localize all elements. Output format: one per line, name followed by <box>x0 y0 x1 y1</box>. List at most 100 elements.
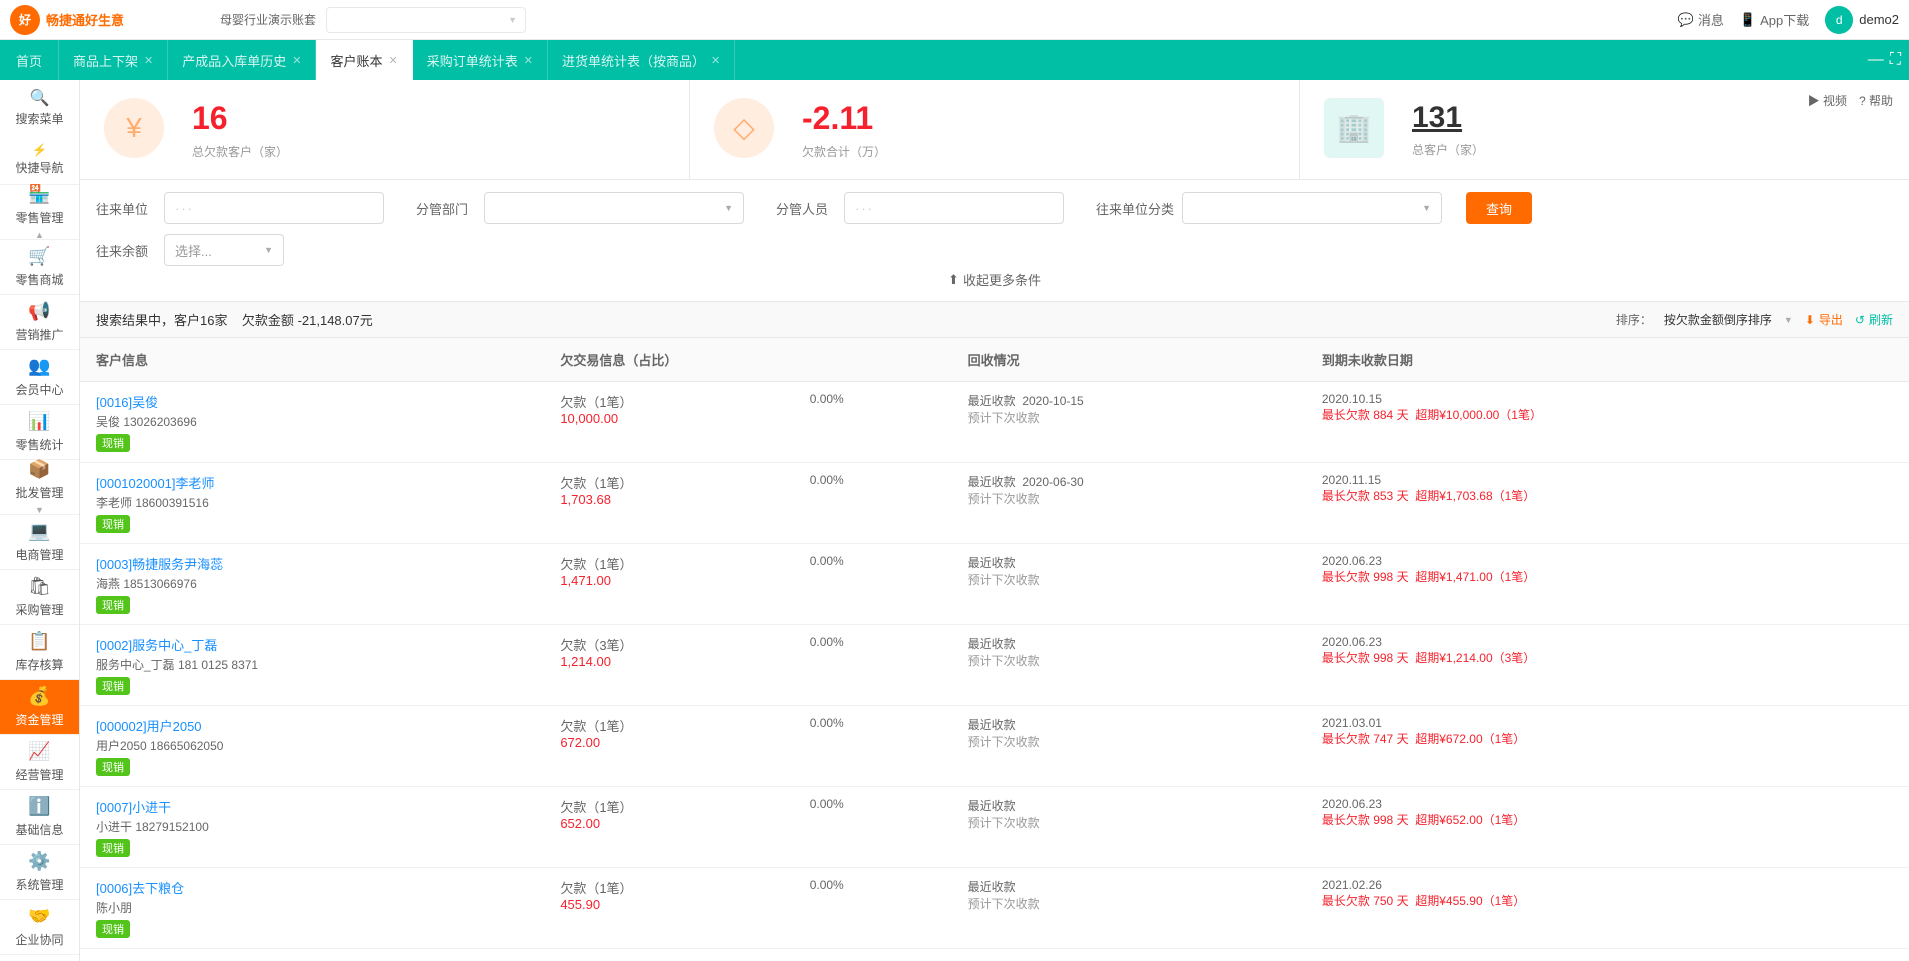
customer-name-link[interactable]: [0016]吴俊 <box>96 392 528 411</box>
sidebar-item-marketing[interactable]: 📢 营销推广 <box>0 295 79 350</box>
sidebar-item-system[interactable]: ⚙️ 系统管理 <box>0 845 79 900</box>
tab-expand-icon[interactable]: ⛶ <box>1890 51 1901 69</box>
refresh-button[interactable]: ↺ 刷新 <box>1855 311 1893 328</box>
cell-due-date: 2021.02.26 最长欠款 750 天 超期¥455.90（1笔） <box>1306 868 1909 949</box>
stat-debt-customers-value: 16 <box>192 100 288 137</box>
sidebar-quick-label: 快捷导航 <box>15 159 63 176</box>
collapse-btn[interactable]: ⬆ 收起更多条件 <box>96 270 1893 289</box>
app-logo: 好 畅捷通好生意 <box>10 5 210 35</box>
stat-debt-total-value: -2.11 <box>802 100 886 137</box>
sidebar-item-purchase[interactable]: 🛍 采购管理 <box>0 570 79 625</box>
export-button[interactable]: ⬇ 导出 <box>1805 311 1843 328</box>
diamond-icon: ◇ <box>733 111 755 144</box>
user-menu[interactable]: d demo2 <box>1825 6 1899 34</box>
message-button[interactable]: 💬 消息 <box>1678 10 1724 29</box>
customer-name-link[interactable]: [0006]去下粮仓 <box>96 878 528 897</box>
category-select[interactable]: ▼ <box>1182 192 1442 224</box>
cell-recovery: 最近收款 预计下次收款 <box>952 706 1306 787</box>
debt-amount: 672.00 <box>560 735 777 750</box>
sidebar-item-retail-store[interactable]: 🛒 零售商城 <box>0 240 79 295</box>
overdue-link[interactable]: 超期¥10,000.00（1笔） <box>1415 408 1542 422</box>
overdue-link[interactable]: 超期¥1,703.68（1笔） <box>1415 489 1535 503</box>
quick-nav-icon: ⚡ <box>32 143 47 157</box>
sidebar-item-newbie[interactable]: 📖 新手引导 <box>0 955 79 961</box>
customer-name-link[interactable]: [0007]小进干 <box>96 797 528 816</box>
tab-products-close[interactable]: ✕ <box>144 54 153 67</box>
supplier-input[interactable]: ··· <box>164 192 384 224</box>
overdue-link[interactable]: 超期¥672.00（1笔） <box>1415 732 1525 746</box>
tab-production-label: 产成品入库单历史 <box>182 51 286 70</box>
customer-name-link[interactable]: [0001020001]李老师 <box>96 473 528 492</box>
sort-value[interactable]: 按欠款金额倒序排序 <box>1664 311 1772 328</box>
sidebar-item-inventory[interactable]: 📋 库存核算 <box>0 625 79 680</box>
sidebar-item-quick-nav[interactable]: ⚡ 快捷导航 <box>0 135 79 185</box>
table-row: [0001020001]李老师 李老师 18600391516 现销 欠款（1笔… <box>80 463 1909 544</box>
sidebar-item-member[interactable]: 👥 会员中心 <box>0 350 79 405</box>
member-icon: 👥 <box>28 356 50 377</box>
debt-count: 欠款（1笔） <box>560 473 777 492</box>
debt-count: 欠款（1笔） <box>560 392 777 411</box>
sidebar-item-operations[interactable]: 📈 经营管理 <box>0 735 79 790</box>
sidebar-item-ecommerce[interactable]: 💻 电商管理 <box>0 515 79 570</box>
person-input[interactable]: ··· <box>844 192 1064 224</box>
refresh-icon: ↺ <box>1855 313 1865 327</box>
building-icon: 🏢 <box>1337 111 1372 144</box>
tab-products[interactable]: 商品上下架 ✕ <box>59 40 168 80</box>
refresh-label: 刷新 <box>1869 311 1893 328</box>
cell-debt-ratio: 0.00% <box>794 382 952 463</box>
cell-debt-info: 欠款（1笔） 1,471.00 <box>544 544 793 625</box>
cell-debt-info: 欠款（1笔） 10,000.00 <box>544 382 793 463</box>
overdue-info: 最长欠款 747 天 超期¥672.00（1笔） <box>1322 730 1893 747</box>
overdue-link[interactable]: 超期¥1,214.00（3笔） <box>1415 651 1535 665</box>
dept-select[interactable]: ▼ <box>484 192 744 224</box>
overdue-link[interactable]: 超期¥1,471.00（1笔） <box>1415 570 1535 584</box>
tab-customer-close[interactable]: ✕ <box>389 54 398 67</box>
sidebar-item-basic-info[interactable]: ℹ️ 基础信息 <box>0 790 79 845</box>
debt-amount: 10,000.00 <box>560 411 777 426</box>
sidebar-item-search[interactable]: 🔍 搜索菜单 <box>0 80 79 135</box>
store-selector[interactable]: ▼ <box>326 7 526 33</box>
tab-purchase-close[interactable]: ✕ <box>524 54 533 67</box>
tab-purchase-stats[interactable]: 进货单统计表（按商品） ✕ <box>548 40 735 80</box>
dept-select-arrow: ▼ <box>724 203 733 213</box>
customer-name-link[interactable]: [0002]服务中心_丁磊 <box>96 635 528 654</box>
sidebar-item-enterprise[interactable]: 🤝 企业协同 <box>0 900 79 955</box>
tab-production-close[interactable]: ✕ <box>292 54 301 67</box>
tab-production-history[interactable]: 产成品入库单历史 ✕ <box>168 40 316 80</box>
basic-info-icon: ℹ️ <box>28 796 50 817</box>
tab-customer-account[interactable]: 客户账本 ✕ <box>316 40 412 80</box>
overdue-info: 最长欠款 998 天 超期¥652.00（1笔） <box>1322 811 1893 828</box>
sidebar-item-retail-mgmt[interactable]: 🏪 零售管理 ▲ <box>0 185 79 240</box>
person-dots: ··· <box>855 201 874 216</box>
username-label: demo2 <box>1859 12 1899 27</box>
customer-name-link[interactable]: [0003]畅捷服务尹海蕊 <box>96 554 528 573</box>
cell-customer-info: [0006]去下粮仓 陈小朋 现销 <box>80 868 544 949</box>
tab-home[interactable]: 首页 <box>0 40 59 80</box>
customer-tag: 现销 <box>96 758 130 776</box>
store-selector-arrow: ▼ <box>508 15 517 25</box>
overdue-link[interactable]: 超期¥652.00（1笔） <box>1415 813 1525 827</box>
table-body: [0016]吴俊 吴俊 13026203696 现销 欠款（1笔） 10,000… <box>80 382 1909 961</box>
balance-select[interactable]: 选择... ▼ <box>164 234 284 266</box>
retail-mgmt-arrow: ▲ <box>35 230 44 240</box>
customer-name-link[interactable]: [000002]用户2050 <box>96 716 528 735</box>
help-btn[interactable]: ? 帮助 <box>1859 92 1893 109</box>
overdue-link[interactable]: 超期¥455.90（1笔） <box>1415 894 1525 908</box>
customer-phone: 服务中心_丁磊 181 0125 8371 <box>96 656 528 673</box>
tabs-actions: — ⛶ <box>1868 51 1909 69</box>
video-btn[interactable]: ▶ 视频 <box>1808 92 1847 109</box>
collapse-label: 收起更多条件 <box>963 270 1041 289</box>
tab-purchase-orders[interactable]: 采购订单统计表 ✕ <box>413 40 548 80</box>
th-customer-info: 客户信息 <box>80 338 544 382</box>
tab-purchase-stats-close[interactable]: ✕ <box>711 54 720 67</box>
debt-ratio: 0.00% <box>810 635 936 649</box>
batch-mgmt-arrow: ▼ <box>35 505 44 515</box>
sidebar-item-batch-mgmt[interactable]: 📦 批发管理 ▼ <box>0 460 79 515</box>
sidebar-item-retail-stats[interactable]: 📊 零售统计 <box>0 405 79 460</box>
debt-amount: 1,214.00 <box>560 654 777 669</box>
search-button[interactable]: 查询 <box>1466 192 1532 224</box>
sidebar-item-finance[interactable]: 💰 资金管理 <box>0 680 79 735</box>
tab-minimize-icon[interactable]: — <box>1868 51 1884 69</box>
app-download-button[interactable]: 📱 App下载 <box>1740 10 1809 29</box>
message-icon: 💬 <box>1678 12 1694 28</box>
